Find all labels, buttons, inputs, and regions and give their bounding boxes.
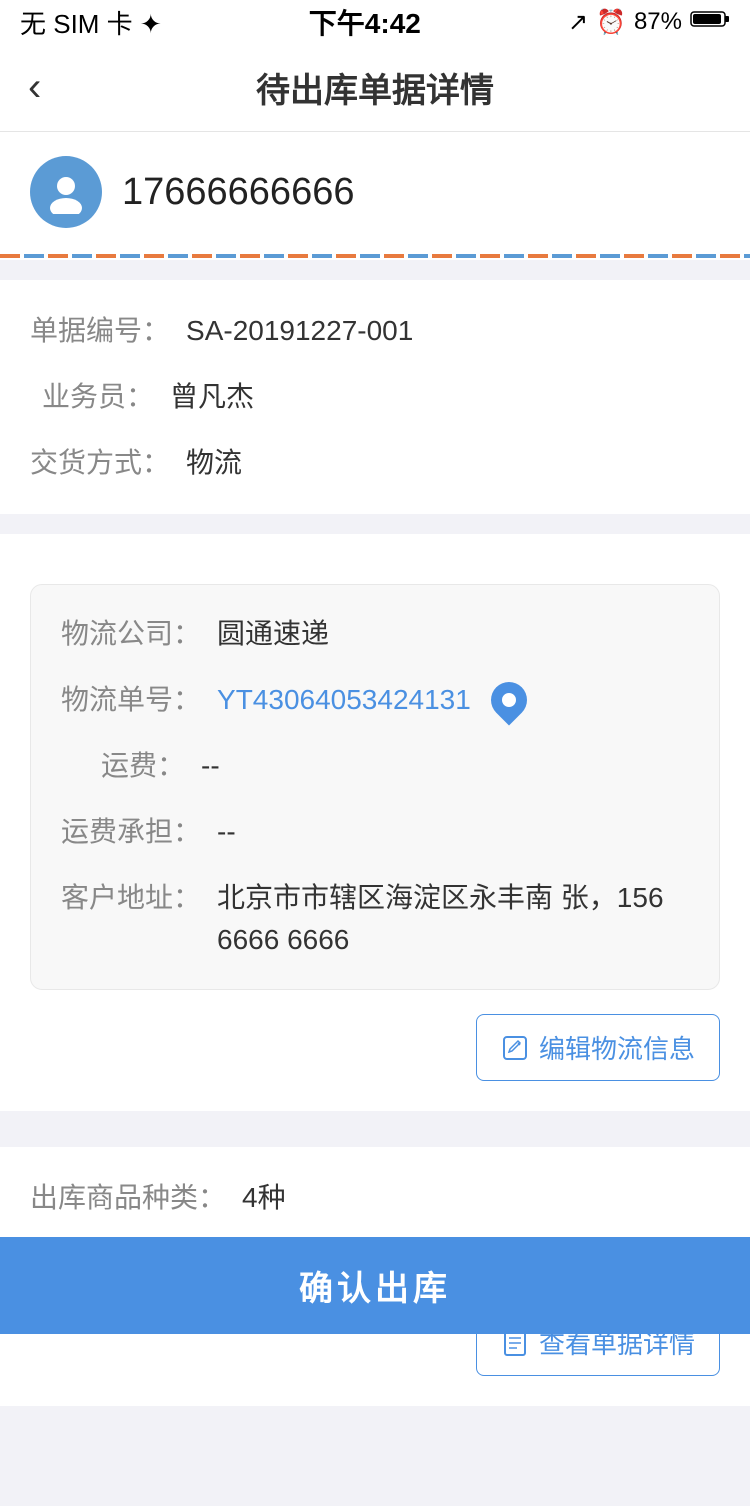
logistics-company-value: 圆通速递 (217, 613, 689, 655)
freight-bearer-value: -- (217, 811, 689, 853)
sim-status: 无 SIM 卡 ✦ (20, 4, 162, 41)
freight-row: 运费： -- (61, 745, 689, 787)
freight-label: 运费： (61, 745, 201, 787)
confirm-button-label: 确认出库 (299, 1261, 451, 1310)
status-time: 下午4:42 (309, 2, 421, 42)
tracking-number-row: 物流单号： YT43064053424131 (61, 679, 689, 721)
freight-bearer-row: 运费承担： -- (61, 811, 689, 853)
edit-logistics-label: 编辑物流信息 (539, 1029, 695, 1066)
sales-person-row: 业务员： 曾凡杰 (30, 376, 720, 418)
delivery-method-row: 交货方式： 物流 (30, 442, 720, 484)
freight-bearer-label: 运费承担： (61, 811, 217, 853)
status-right: ↗ ⏰ 87% (568, 8, 730, 37)
document-number-value: SA-20191227-001 (186, 310, 720, 352)
edit-logistics-row: 编辑物流信息 (30, 1014, 720, 1081)
order-info-section: 单据编号： SA-20191227-001 业务员： 曾凡杰 交货方式： 物流 (0, 280, 750, 514)
battery-icon (690, 8, 730, 36)
location-icon: ↗ (568, 8, 588, 37)
address-value: 北京市市辖区海淀区永丰南 张，156 6666 6666 (217, 877, 689, 961)
delivery-method-value: 物流 (186, 442, 720, 484)
document-number-row: 单据编号： SA-20191227-001 (30, 310, 720, 352)
product-types-row: 出库商品种类： 4种 (30, 1177, 720, 1219)
edit-icon (501, 1034, 529, 1062)
tracking-number-label: 物流单号： (61, 679, 217, 721)
address-label: 客户地址： (61, 877, 217, 919)
edit-logistics-button[interactable]: 编辑物流信息 (476, 1014, 720, 1081)
logistics-card: 物流公司： 圆通速递 物流单号： YT43064053424131 运费： --… (30, 584, 720, 990)
alarm-icon: ⏰ (596, 8, 626, 37)
delivery-method-label: 交货方式： (30, 442, 186, 484)
back-button[interactable]: ‹ (28, 65, 41, 110)
status-left: 无 SIM 卡 ✦ (20, 4, 162, 41)
bottom-spacer (0, 1406, 750, 1506)
dashed-divider (0, 252, 750, 260)
phone-section: 17666666666 (0, 132, 750, 252)
product-types-label: 出库商品种类： (30, 1177, 242, 1219)
phone-number: 17666666666 (122, 171, 354, 214)
address-row: 客户地址： 北京市市辖区海淀区永丰南 张，156 6666 6666 (61, 877, 689, 961)
tracking-number-value: YT43064053424131 (217, 679, 689, 721)
logistics-company-label: 物流公司： (61, 613, 217, 655)
confirm-button[interactable]: 确认出库 (0, 1237, 750, 1334)
status-bar: 无 SIM 卡 ✦ 下午4:42 ↗ ⏰ 87% (0, 0, 750, 44)
section-separator (0, 1111, 750, 1127)
freight-value: -- (201, 745, 689, 787)
battery-level: 87% (634, 8, 682, 36)
avatar (30, 156, 102, 228)
page-title: 待出库单据详情 (256, 63, 494, 112)
logistics-section: 物流公司： 圆通速递 物流单号： YT43064053424131 运费： --… (0, 534, 750, 1111)
location-pin-icon[interactable] (483, 675, 534, 726)
sales-person-label: 业务员： (30, 376, 170, 418)
sales-person-value: 曾凡杰 (170, 376, 720, 418)
product-types-value: 4种 (242, 1177, 720, 1219)
document-number-label: 单据编号： (30, 310, 186, 352)
logistics-company-row: 物流公司： 圆通速递 (61, 613, 689, 655)
nav-bar: ‹ 待出库单据详情 (0, 44, 750, 132)
